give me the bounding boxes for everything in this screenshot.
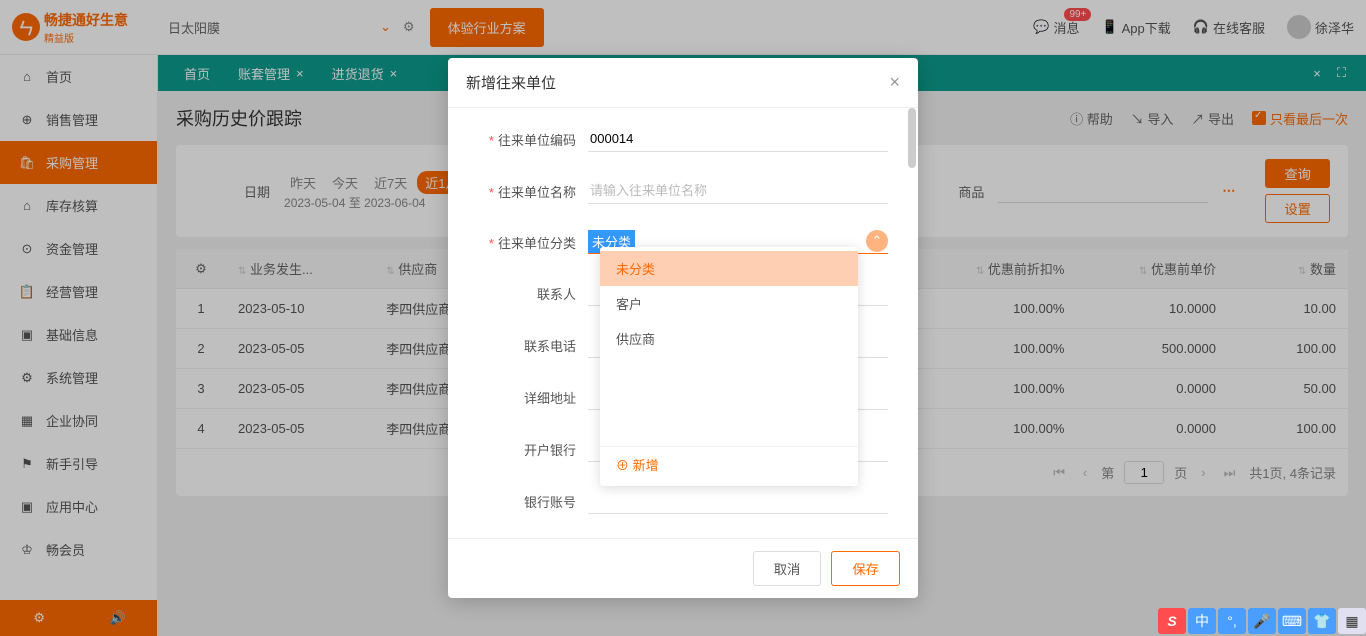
dropdown-add-new[interactable]: 新增 <box>600 446 858 482</box>
unit-code-input[interactable] <box>588 126 888 152</box>
ime-toolbox-icon[interactable]: ▦ <box>1338 608 1366 634</box>
save-button[interactable]: 保存 <box>831 551 900 586</box>
dropdown-option-customer[interactable]: 客户 <box>600 286 858 321</box>
ime-lang-icon[interactable]: 中 <box>1188 608 1216 634</box>
ime-logo-icon[interactable]: S <box>1158 608 1186 634</box>
account-input[interactable] <box>588 488 888 514</box>
unit-name-input[interactable] <box>588 178 888 204</box>
ime-keyboard-icon[interactable]: ⌨ <box>1278 608 1306 634</box>
ime-skin-icon[interactable]: 👕 <box>1308 608 1336 634</box>
cancel-button[interactable]: 取消 <box>753 551 822 586</box>
chevron-up-icon[interactable]: ⌃ <box>866 230 888 252</box>
modal-scrollbar[interactable] <box>908 108 916 548</box>
modal-close-icon[interactable]: × <box>889 72 900 93</box>
modal-title: 新增往来单位 <box>466 72 556 93</box>
ime-punct-icon[interactable]: °, <box>1218 608 1246 634</box>
modal-header: 新增往来单位 × <box>448 58 918 108</box>
ime-mic-icon[interactable]: 🎤 <box>1248 608 1276 634</box>
modal-footer: 取消 保存 <box>448 538 918 598</box>
dropdown-option-supplier[interactable]: 供应商 <box>600 321 858 356</box>
category-dropdown: 未分类 客户 供应商 新增 <box>600 247 858 486</box>
dropdown-option-uncategorized[interactable]: 未分类 <box>600 251 858 286</box>
ime-toolbar: S 中 °, 🎤 ⌨ 👕 ▦ <box>1158 606 1366 636</box>
